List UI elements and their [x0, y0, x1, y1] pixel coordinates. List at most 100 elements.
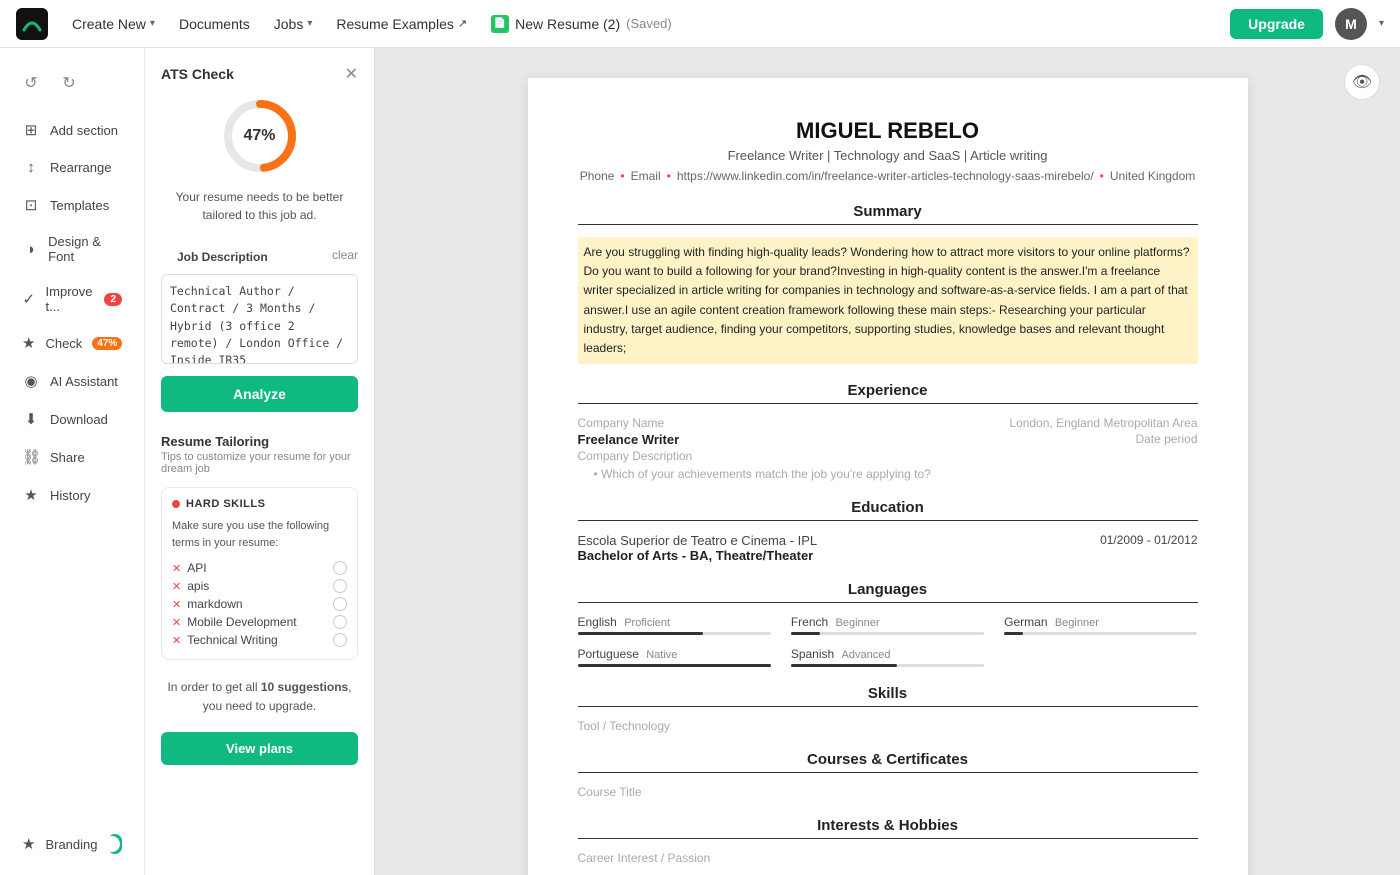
sidebar-item-add-section[interactable]: ⊞ Add section [6, 112, 138, 148]
active-document-tab[interactable]: 📄 New Resume (2) (Saved) [491, 15, 672, 33]
ats-donut-chart: 47% [220, 96, 300, 176]
skills-placeholder: Tool / Technology [578, 719, 1198, 733]
resume-examples-link[interactable]: Resume Examples ↗ [336, 16, 467, 32]
job-description-textarea[interactable]: Technical Author / Contract / 3 Months /… [161, 274, 358, 364]
hard-skills-box: HARD SKILLS Make sure you use the follow… [161, 487, 358, 660]
resume-name: MIGUEL REBELO [578, 118, 1198, 144]
clear-button[interactable]: clear [332, 248, 358, 262]
add-section-icon: ⊞ [22, 121, 40, 139]
ats-message: Your resume needs to be better tailored … [161, 188, 358, 224]
sidebar-item-download[interactable]: ⬇ Download [6, 401, 138, 437]
chevron-down-icon: ▾ [150, 18, 155, 29]
download-icon: ⬇ [22, 410, 40, 428]
ats-close-button[interactable]: ✕ [345, 64, 358, 84]
analyze-button[interactable]: Analyze [161, 376, 358, 412]
topnav-right: Upgrade M ▾ [1230, 8, 1384, 40]
upgrade-note: In order to get all 10 suggestions, you … [145, 668, 374, 726]
dot-separator: • [667, 169, 671, 183]
main-layout: ↺ ↻ ⊞ Add section ↕ Rearrange ⊡ Template… [0, 48, 1400, 875]
language-item-french: French Beginner [791, 615, 984, 635]
upgrade-button[interactable]: Upgrade [1230, 9, 1323, 39]
ats-panel: ATS Check ✕ 47% Your resume needs to be … [145, 48, 375, 875]
topnav: Create New ▾ Documents Jobs ▾ Resume Exa… [0, 0, 1400, 48]
history-icon: ★ [22, 486, 40, 504]
languages-section-title: Languages [578, 581, 1198, 603]
resume-title: Freelance Writer | Technology and SaaS |… [578, 148, 1198, 163]
courses-placeholder: Course Title [578, 785, 1198, 799]
language-item-portuguese: Portuguese Native [578, 647, 771, 667]
sidebar-item-rearrange[interactable]: ↕ Rearrange [6, 150, 138, 185]
languages-grid: English Proficient French Beginner Germa… [578, 615, 1198, 667]
dot-separator: • [620, 169, 624, 183]
education-item: Escola Superior de Teatro e Cinema - IPL… [578, 533, 1198, 563]
undo-redo-group: ↺ ↻ [0, 60, 144, 110]
x-icon: ✕ [172, 634, 181, 647]
logo[interactable] [16, 8, 48, 40]
document-icon: 📄 [491, 15, 509, 33]
skill-circle [333, 615, 347, 629]
interests-placeholder: Career Interest / Passion [578, 851, 1198, 865]
branding-toggle[interactable] [108, 834, 123, 854]
language-item-english: English Proficient [578, 615, 771, 635]
resume-contact: Phone • Email • https://www.linkedin.com… [578, 169, 1198, 183]
skill-circle [333, 597, 347, 611]
sidebar-item-ai-assistant[interactable]: ◉ AI Assistant [6, 363, 138, 399]
resume-tailoring-section: Resume Tailoring Tips to customize your … [145, 424, 374, 479]
x-icon: ✕ [172, 580, 181, 593]
experience-item: Company Name London, England Metropolita… [578, 416, 1198, 481]
undo-button[interactable]: ↺ [16, 68, 46, 98]
ats-score-label: 47% [243, 127, 275, 145]
skill-circle [333, 561, 347, 575]
language-item-german: German Beginner [1004, 615, 1197, 635]
skill-row: ✕apis [172, 577, 347, 595]
resume-area: 👁 MIGUEL REBELO Freelance Writer | Techn… [375, 48, 1400, 875]
sidebar-item-improve[interactable]: ✓ Improve t... 2 [6, 275, 138, 323]
chevron-down-icon: ▾ [307, 18, 312, 29]
x-icon: ✕ [172, 598, 181, 611]
preview-button[interactable]: 👁 [1344, 64, 1380, 100]
language-item-spanish: Spanish Advanced [791, 647, 984, 667]
courses-section-title: Courses & Certificates [578, 751, 1198, 773]
sidebar-item-share[interactable]: ⛓ Share [6, 439, 138, 475]
sidebar-item-ats-check[interactable]: ★ Check 47% [6, 325, 138, 361]
sidebar-item-design-font[interactable]: ◑ Design & Font [6, 225, 138, 273]
improve-icon: ✓ [22, 290, 36, 308]
share-icon: ⛓ [22, 448, 40, 466]
templates-icon: ⊡ [22, 196, 40, 214]
skills-section-title: Skills [578, 685, 1198, 707]
profile-chevron-icon[interactable]: ▾ [1379, 18, 1384, 29]
experience-section-title: Experience [578, 382, 1198, 404]
skill-row: ✕API [172, 559, 347, 577]
summary-section-title: Summary [578, 203, 1198, 225]
ats-score-badge: 47% [92, 337, 122, 350]
create-new-menu[interactable]: Create New ▾ [72, 16, 155, 32]
jobs-menu[interactable]: Jobs ▾ [274, 16, 313, 32]
interests-section-title: Interests & Hobbies [578, 817, 1198, 839]
improve-badge: 2 [104, 293, 122, 306]
ats-score-container: 47% Your resume needs to be better tailo… [145, 96, 374, 236]
skill-circle [333, 579, 347, 593]
resume-paper: MIGUEL REBELO Freelance Writer | Technol… [528, 78, 1248, 875]
sidebar-item-branding[interactable]: ★ Branding [6, 825, 138, 863]
hard-skills-header: HARD SKILLS [172, 498, 347, 510]
skill-row: ✕Mobile Development [172, 613, 347, 631]
sidebar-item-history[interactable]: ★ History [6, 477, 138, 513]
redo-button[interactable]: ↻ [54, 68, 84, 98]
rearrange-icon: ↕ [22, 159, 40, 176]
dot-separator: • [1100, 169, 1104, 183]
documents-link[interactable]: Documents [179, 16, 250, 32]
skill-row: ✕markdown [172, 595, 347, 613]
x-icon: ✕ [172, 562, 181, 575]
design-icon: ◑ [22, 241, 38, 258]
sidebar-item-templates[interactable]: ⊡ Templates [6, 187, 138, 223]
left-sidebar: ↺ ↻ ⊞ Add section ↕ Rearrange ⊡ Template… [0, 48, 145, 875]
branding-icon: ★ [22, 835, 35, 853]
exp-bullet: • Which of your achievements match the j… [578, 467, 1198, 481]
eye-icon: 👁 [1352, 72, 1372, 92]
skill-row: ✕Technical Writing [172, 631, 347, 649]
skill-circle [333, 633, 347, 647]
ai-assistant-icon: ◉ [22, 372, 40, 390]
view-plans-button[interactable]: View plans [161, 732, 358, 765]
avatar[interactable]: M [1335, 8, 1367, 40]
summary-text: Are you struggling with finding high-qua… [578, 237, 1198, 364]
